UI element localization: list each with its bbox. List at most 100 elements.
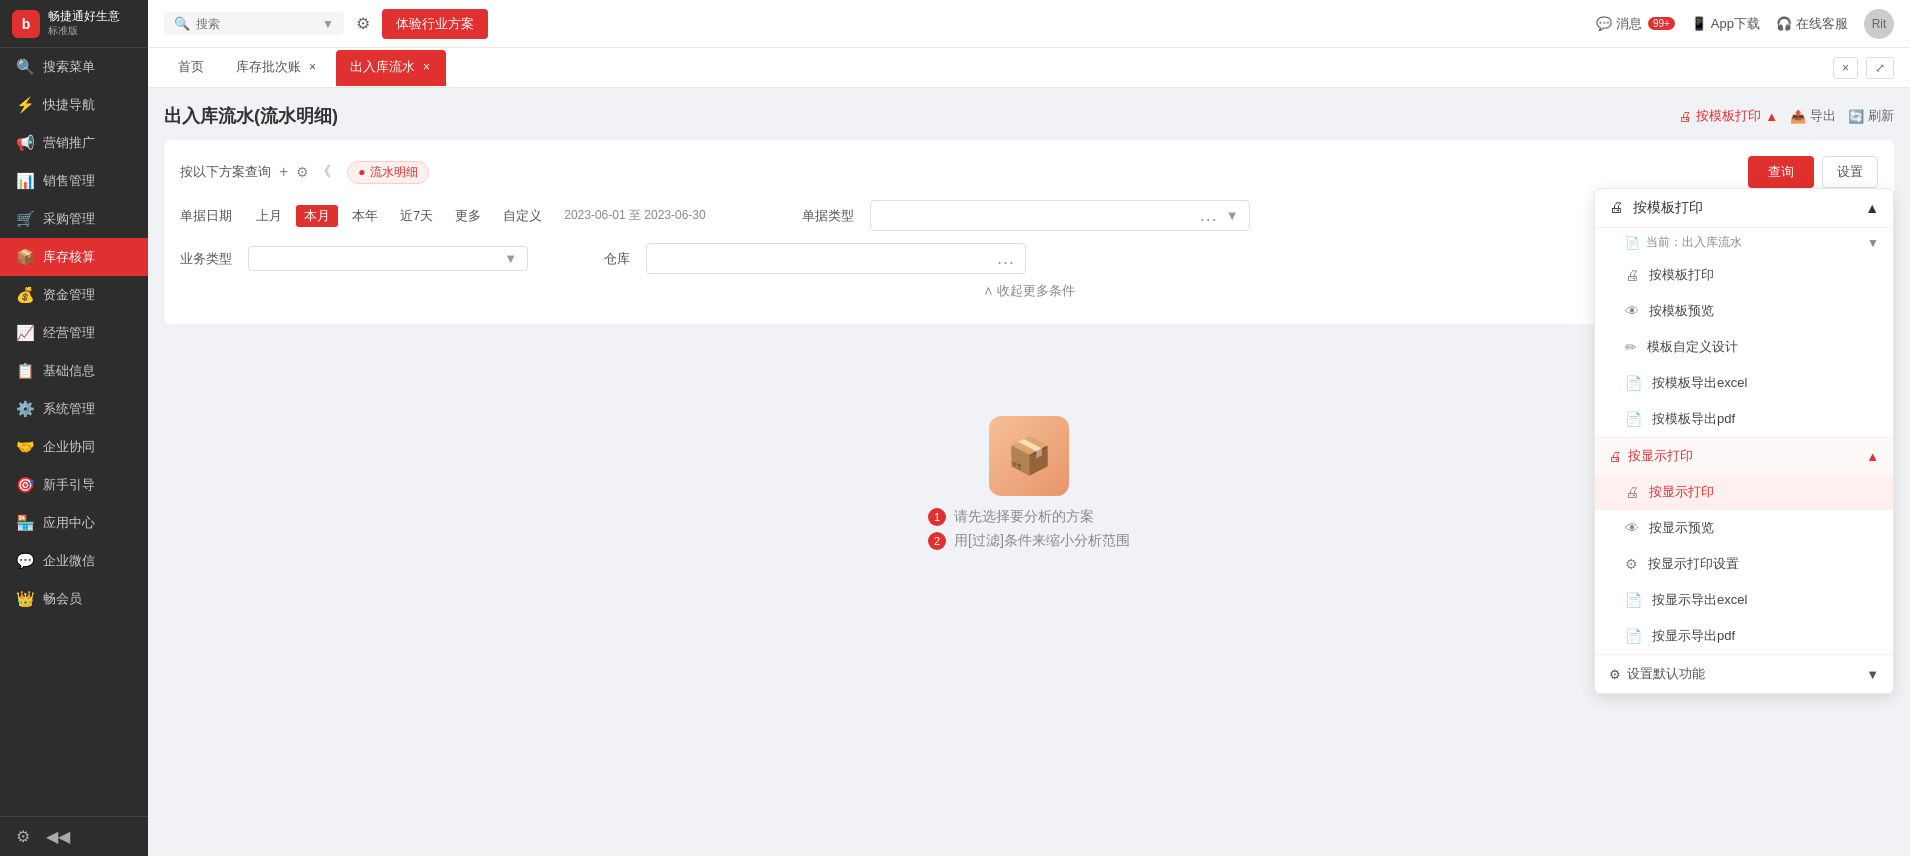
- display-settings-icon: ⚙: [1625, 556, 1638, 572]
- sidebar-item-inventory[interactable]: 📦 库存核算: [0, 238, 148, 276]
- user-avatar: Rit: [1864, 9, 1894, 39]
- scheme-settings-button[interactable]: ⚙: [296, 164, 309, 180]
- biz-type-select[interactable]: ▼: [248, 246, 528, 271]
- close-tab-flow-button[interactable]: ×: [421, 60, 432, 74]
- display-print-item[interactable]: 🖨 按显示打印: [1595, 474, 1893, 510]
- marketing-icon: 📢: [16, 134, 35, 152]
- search-input[interactable]: [196, 17, 316, 31]
- sidebar-item-cooperation[interactable]: 🤝 企业协同: [0, 428, 148, 466]
- dropdown-footer[interactable]: ⚙ 设置默认功能 ▼: [1595, 655, 1893, 693]
- sidebar-item-quicknav[interactable]: ⚡ 快捷导航: [0, 86, 148, 124]
- export-icon: 📤: [1790, 109, 1806, 124]
- warehouse-label: 仓库: [604, 250, 630, 268]
- footer-settings-icon: ⚙: [1609, 667, 1621, 682]
- query-button[interactable]: 查询: [1748, 156, 1814, 188]
- vip-icon: 👑: [16, 590, 35, 608]
- sidebar-nav-list: 🔍 搜索菜单 ⚡ 快捷导航 📢 营销推广 📊 销售管理 🛒 采购管理 📦 库存核…: [0, 48, 148, 816]
- display-excel-item[interactable]: 📄 按显示导出excel: [1595, 582, 1893, 618]
- topbar-gear-icon[interactable]: ⚙: [356, 14, 370, 33]
- footer-chevron-icon: ▼: [1866, 667, 1879, 682]
- doc-type-more-button[interactable]: ...: [1200, 205, 1218, 226]
- settings-filter-button[interactable]: 设置: [1822, 156, 1878, 188]
- filter-scheme-label: 按以下方案查询: [180, 163, 271, 181]
- template-excel-icon: 📄: [1625, 375, 1642, 391]
- template-preview-item[interactable]: 👁 按模板预览: [1595, 293, 1893, 329]
- doc-type-select[interactable]: ... ▼: [870, 200, 1250, 231]
- date-tab-thisyear[interactable]: 本年: [344, 205, 386, 227]
- empty-steps: 1 请先选择要分析的方案 2 用[过滤]条件来缩小分析范围: [928, 508, 1130, 550]
- template-pdf-item[interactable]: 📄 按模板导出pdf: [1595, 401, 1893, 437]
- main-area: 🔍 ▼ ⚙ 体验行业方案 💬 消息 99+ 📱 App下载 🎧 在线客服 Rit: [148, 0, 1910, 856]
- date-tab-custom[interactable]: 自定义: [495, 205, 550, 227]
- display-section-chevron-up-icon: ▲: [1866, 449, 1879, 464]
- app-download-button[interactable]: 📱 App下载: [1691, 15, 1760, 33]
- industry-solution-button[interactable]: 体验行业方案: [382, 9, 488, 39]
- print-chevron-up-icon: ▲: [1765, 109, 1778, 124]
- doc-type-chevron-icon: ▼: [1226, 208, 1239, 223]
- refresh-button[interactable]: 🔄 刷新: [1848, 107, 1894, 125]
- empty-step-2: 2 用[过滤]条件来缩小分析范围: [928, 532, 1130, 550]
- date-tab-lastmonth[interactable]: 上月: [248, 205, 290, 227]
- message-button[interactable]: 💬 消息 99+: [1596, 15, 1675, 33]
- template-print-item[interactable]: 🖨 按模板打印: [1595, 257, 1893, 293]
- dropdown-title: 🖨 按模板打印: [1609, 199, 1703, 217]
- close-tab-batch-button[interactable]: ×: [307, 60, 318, 74]
- current-template-icon: 📄: [1625, 236, 1640, 250]
- headset-icon: 🎧: [1776, 16, 1792, 31]
- sidebar-logo: b 畅捷通好生意 标准版: [0, 0, 148, 48]
- template-custom-item[interactable]: ✏ 模板自定义设计: [1595, 329, 1893, 365]
- sidebar-item-system[interactable]: ⚙️ 系统管理: [0, 390, 148, 428]
- online-service-button[interactable]: 🎧 在线客服: [1776, 15, 1848, 33]
- add-scheme-button[interactable]: +: [279, 163, 288, 181]
- sidebar-item-vip[interactable]: 👑 畅会员: [0, 580, 148, 618]
- print-template-button[interactable]: 🖨 按模板打印 ▲: [1679, 107, 1778, 125]
- sidebar-item-finance[interactable]: 💰 资金管理: [0, 276, 148, 314]
- empty-state-icon: 📦: [989, 416, 1069, 496]
- sidebar-item-purchase[interactable]: 🛒 采购管理: [0, 200, 148, 238]
- wechat-icon: 💬: [16, 552, 35, 570]
- app-logo-icon: b: [12, 10, 40, 38]
- sidebar: b 畅捷通好生意 标准版 🔍 搜索菜单 ⚡ 快捷导航 📢 营销推广 📊 销售管理…: [0, 0, 148, 856]
- search-chevron-icon: ▼: [322, 17, 334, 31]
- operations-icon: 📈: [16, 324, 35, 342]
- sidebar-item-sales[interactable]: 📊 销售管理: [0, 162, 148, 200]
- sidebar-item-appstore[interactable]: 🏪 应用中心: [0, 504, 148, 542]
- sidebar-item-search[interactable]: 🔍 搜索菜单: [0, 48, 148, 86]
- date-tab-7days[interactable]: 近7天: [392, 205, 441, 227]
- date-tab-more[interactable]: 更多: [447, 205, 489, 227]
- settings-bottom-icon[interactable]: ⚙: [16, 827, 30, 846]
- display-preview-icon: 👁: [1625, 520, 1639, 536]
- page-title: 出入库流水(流水明细): [164, 104, 338, 128]
- collapse-sidebar-icon[interactable]: ◀◀: [46, 827, 70, 846]
- display-preview-item[interactable]: 👁 按显示预览: [1595, 510, 1893, 546]
- template-excel-item[interactable]: 📄 按模板导出excel: [1595, 365, 1893, 401]
- dropdown-header[interactable]: 🖨 按模板打印 ▲: [1595, 189, 1893, 228]
- template-print-icon: 🖨: [1625, 267, 1639, 283]
- sidebar-item-operations[interactable]: 📈 经营管理: [0, 314, 148, 352]
- collapse-filter-button[interactable]: 《: [317, 163, 331, 181]
- filter-query-buttons: 查询 设置: [1748, 156, 1878, 188]
- tab-stock-flow[interactable]: 出入库流水 ×: [336, 50, 446, 86]
- display-section-header[interactable]: 🖨 按显示打印 ▲: [1595, 438, 1893, 474]
- user-profile[interactable]: Rit: [1864, 9, 1894, 39]
- cooperation-icon: 🤝: [16, 438, 35, 456]
- display-settings-item[interactable]: ⚙ 按显示打印设置: [1595, 546, 1893, 582]
- export-button[interactable]: 📤 导出: [1790, 107, 1836, 125]
- basic-icon: 📋: [16, 362, 35, 380]
- warehouse-more-button[interactable]: ...: [997, 248, 1015, 269]
- date-tab-thismonth[interactable]: 本月: [296, 205, 338, 227]
- tab-home[interactable]: 首页: [164, 50, 218, 86]
- close-all-tabs-button[interactable]: ×: [1833, 57, 1858, 79]
- topbar-search-box[interactable]: 🔍 ▼: [164, 12, 344, 35]
- sidebar-item-wechat[interactable]: 💬 企业微信: [0, 542, 148, 580]
- sidebar-item-basic[interactable]: 📋 基础信息: [0, 352, 148, 390]
- tag-scheme-icon: ●: [358, 165, 365, 179]
- empty-step-1: 1 请先选择要分析的方案: [928, 508, 1130, 526]
- sidebar-item-marketing[interactable]: 📢 营销推广: [0, 124, 148, 162]
- warehouse-select[interactable]: ...: [646, 243, 1026, 274]
- display-pdf-item[interactable]: 📄 按显示导出pdf: [1595, 618, 1893, 654]
- sidebar-item-guide[interactable]: 🎯 新手引导: [0, 466, 148, 504]
- template-section: 🖨 按模板打印 👁 按模板预览 ✏ 模板自定义设计 📄 按模板导出excel 📄: [1595, 257, 1893, 438]
- expand-tabs-button[interactable]: ⤢: [1866, 57, 1894, 79]
- tab-inventory-batch[interactable]: 库存批次账 ×: [222, 50, 332, 86]
